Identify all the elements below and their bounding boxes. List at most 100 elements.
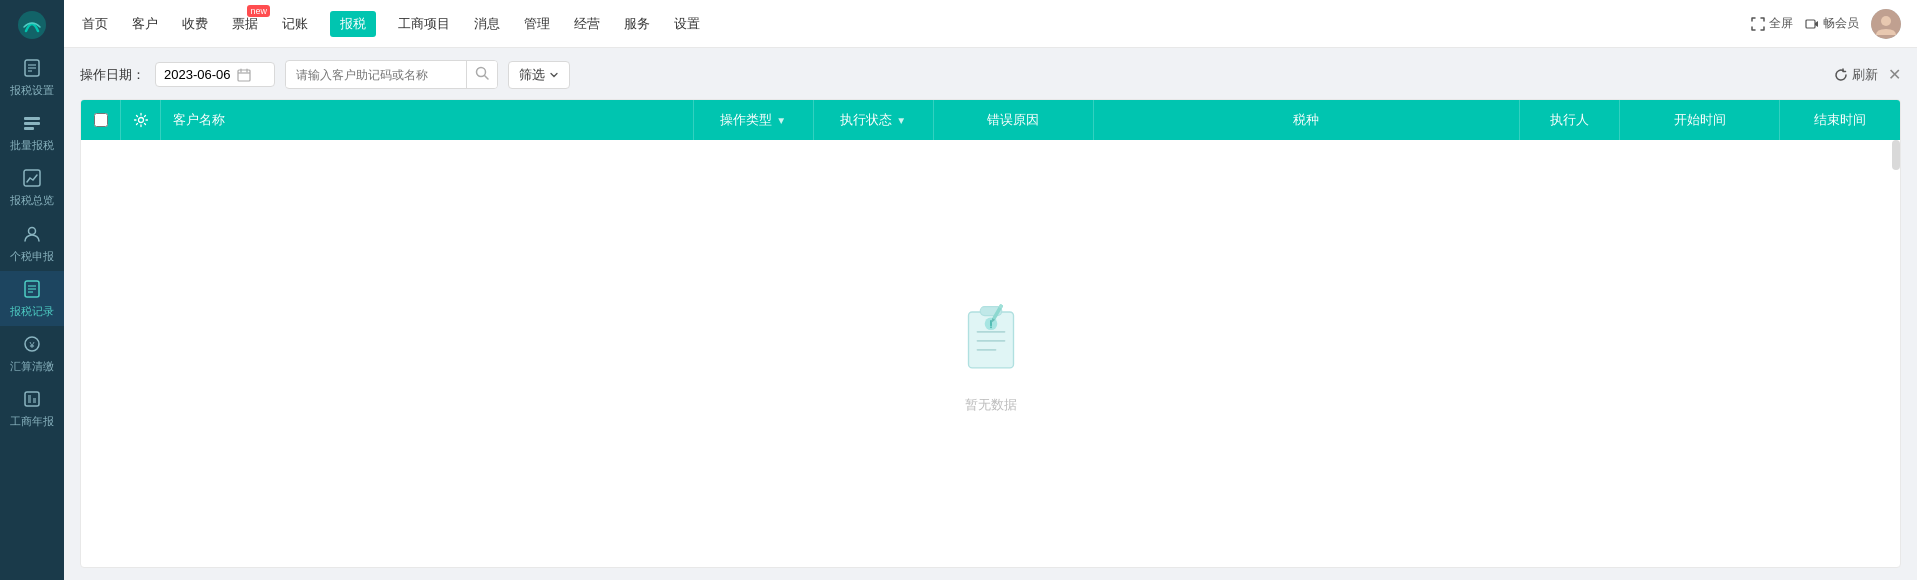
toolbar: 操作日期： 2023-06-06 [80,60,1901,89]
sidebar-item-batch-tax-label: 批量报税 [10,139,54,152]
nav-tax[interactable]: 报税 [330,11,376,37]
gear-icon [133,112,149,128]
th-client: 客户名称 [161,100,694,140]
member-label: 畅会员 [1823,15,1859,32]
sidebar-item-batch-tax[interactable]: 批量报税 [0,105,64,160]
nav-service[interactable]: 服务 [622,11,652,37]
th-check[interactable] [81,100,121,140]
nav-home[interactable]: 首页 [80,11,110,37]
sidebar-item-settlement[interactable]: ¥ 汇算清缴 [0,326,64,381]
annual-report-icon [22,389,42,412]
sidebar-item-tax-settings[interactable]: 报税设置 [0,50,64,105]
select-all-checkbox[interactable] [94,113,108,127]
sidebar-item-tax-overview[interactable]: 报税总览 [0,160,64,215]
personal-tax-icon [22,224,42,247]
nav-operation[interactable]: 经营 [572,11,602,37]
fullscreen-label: 全屏 [1769,15,1793,32]
sidebar-item-tax-records[interactable]: 报税记录 [0,271,64,326]
refresh-label: 刷新 [1852,66,1878,84]
sidebar-item-personal-tax[interactable]: 个税申报 [0,216,64,271]
status-sort-icon: ▼ [896,115,906,126]
calendar-icon [237,68,251,82]
search-icon [475,66,489,80]
filter-label: 筛选 [519,66,545,84]
svg-point-21 [1881,16,1891,26]
svg-rect-5 [24,117,40,120]
sidebar-item-annual-report[interactable]: 工商年报 [0,381,64,436]
svg-rect-17 [28,395,31,403]
tax-records-icon [22,279,42,302]
sidebar-item-tax-overview-label: 报税总览 [10,194,54,207]
filter-button[interactable]: 筛选 [508,61,570,89]
svg-rect-8 [24,170,40,186]
nav-management[interactable]: 管理 [522,11,552,37]
avatar[interactable] [1871,9,1901,39]
nav-billing[interactable]: 收费 [180,11,210,37]
topnav-right: 全屏 畅会员 [1751,9,1901,39]
member-btn[interactable]: 畅会员 [1805,15,1859,32]
nav-accounting[interactable]: 记账 [280,11,310,37]
search-button[interactable] [466,61,497,88]
empty-text: 暂无数据 [965,396,1017,414]
th-tax: 税种 [1094,100,1520,140]
chevron-down-icon [549,70,559,80]
tax-settings-icon [22,58,42,81]
table-body: 暂无数据 [81,140,1900,567]
svg-line-27 [485,76,489,80]
th-executor: 执行人 [1520,100,1620,140]
new-badge: new [247,5,270,17]
date-value: 2023-06-06 [164,67,231,82]
refresh-icon [1834,68,1848,82]
nav-invoices[interactable]: 票据 new [230,11,260,37]
svg-rect-6 [24,122,40,125]
topnav: 首页 客户 收费 票据 new 记账 报税 工商项目 消息 管理 经营 服务 设… [64,0,1917,48]
fullscreen-icon [1751,17,1765,31]
sidebar-logo [0,0,64,50]
content-area: 操作日期： 2023-06-06 [64,48,1917,580]
svg-rect-19 [1806,20,1815,28]
date-label: 操作日期： [80,66,145,84]
th-error: 错误原因 [934,100,1094,140]
th-gear[interactable] [121,100,161,140]
svg-text:¥: ¥ [28,340,35,350]
avatar-image [1871,9,1901,39]
empty-state: 暂无数据 [916,264,1066,444]
toolbar-right: 刷新 ✕ [1834,65,1901,84]
svg-point-36 [990,326,992,328]
video-icon [1805,17,1819,31]
scroll-indicator[interactable] [1892,140,1900,170]
th-starttime: 开始时间 [1620,100,1780,140]
batch-tax-icon [22,113,42,136]
nav-business[interactable]: 工商项目 [396,11,452,37]
svg-rect-7 [24,127,34,130]
th-optype[interactable]: 操作类型 ▼ [694,100,814,140]
sidebar-item-tax-records-label: 报税记录 [10,305,54,318]
sidebar-item-annual-report-label: 工商年报 [10,415,54,428]
th-status[interactable]: 执行状态 ▼ [814,100,934,140]
sidebar: 报税设置 批量报税 报税总览 个税申报 [0,0,64,580]
table-header: 客户名称 操作类型 ▼ 执行状态 ▼ 错误原因 税种 执行人 [81,100,1900,140]
search-wrap [285,60,498,89]
settlement-icon: ¥ [22,334,42,357]
sidebar-item-personal-tax-label: 个税申报 [10,250,54,263]
refresh-button[interactable]: 刷新 [1834,66,1878,84]
search-input[interactable] [286,63,466,87]
close-button[interactable]: ✕ [1888,65,1901,84]
nav-settings[interactable]: 设置 [672,11,702,37]
svg-rect-16 [25,392,39,406]
tax-overview-icon [22,168,42,191]
table-wrap: 客户名称 操作类型 ▼ 执行状态 ▼ 错误原因 税种 执行人 [80,99,1901,568]
fullscreen-btn[interactable]: 全屏 [1751,15,1793,32]
svg-rect-22 [238,70,250,81]
optype-sort-icon: ▼ [776,115,786,126]
th-endtime: 结束时间 [1780,100,1900,140]
topnav-left: 首页 客户 收费 票据 new 记账 报税 工商项目 消息 管理 经营 服务 设… [80,11,702,37]
date-picker[interactable]: 2023-06-06 [155,62,275,87]
svg-point-28 [138,118,143,123]
empty-illustration [946,294,1036,384]
nav-customers[interactable]: 客户 [130,11,160,37]
sidebar-item-tax-settings-label: 报税设置 [10,84,54,97]
main-area: 首页 客户 收费 票据 new 记账 报税 工商项目 消息 管理 经营 服务 设… [64,0,1917,580]
sidebar-item-settlement-label: 汇算清缴 [10,360,54,373]
nav-messages[interactable]: 消息 [472,11,502,37]
